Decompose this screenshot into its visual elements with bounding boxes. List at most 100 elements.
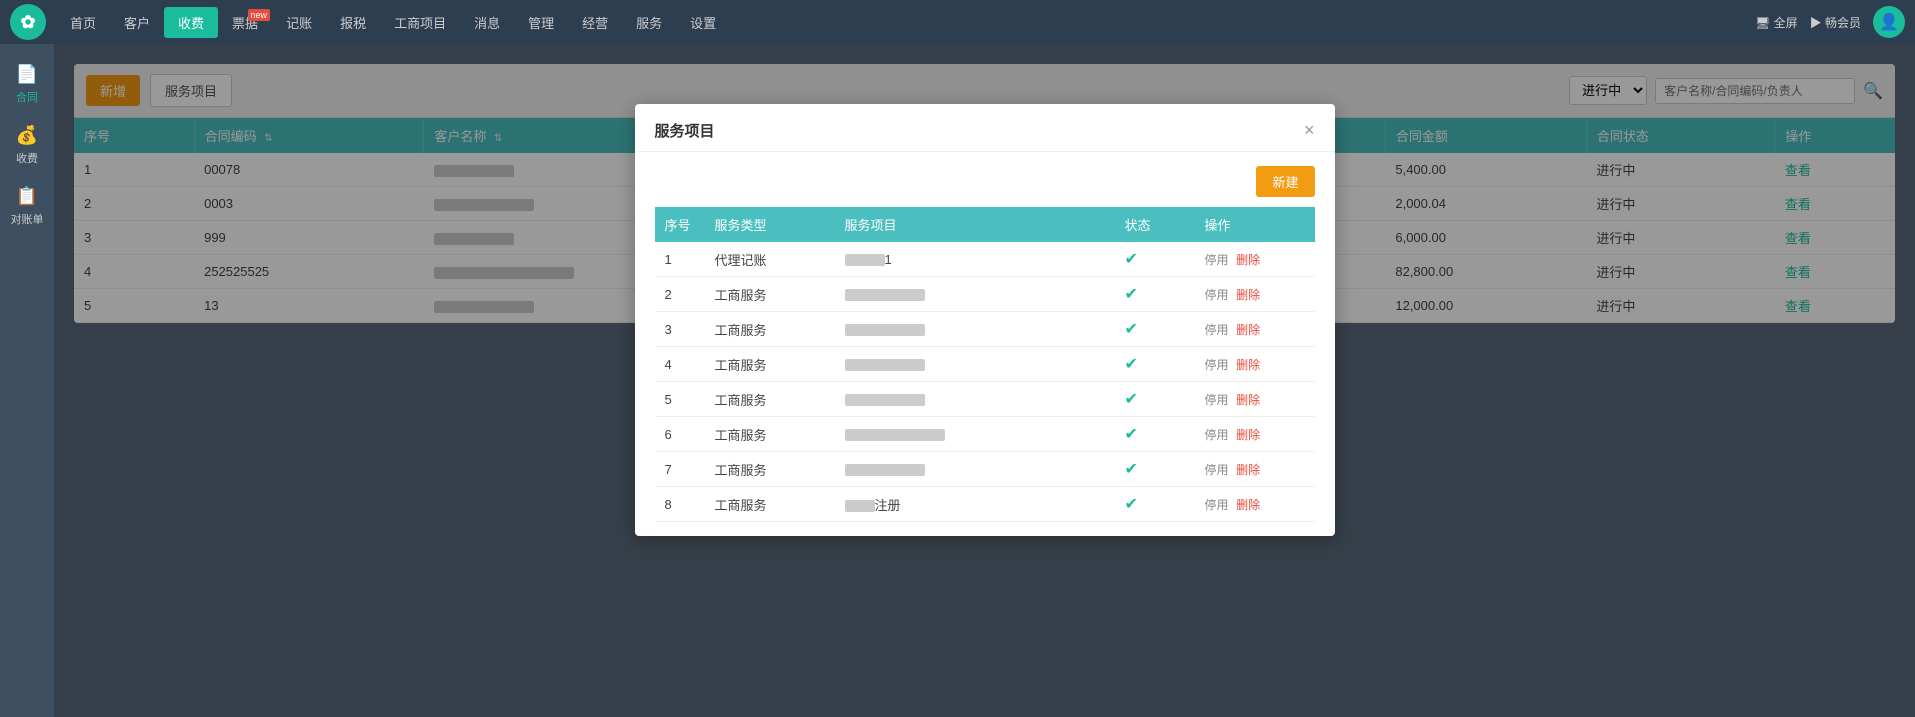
nav-service[interactable]: 服务 (622, 7, 676, 38)
modal-cell-action: 停用 删除 (1195, 487, 1315, 522)
modal-cell-status: ✔ (1115, 242, 1195, 277)
modal-close-button[interactable]: × (1304, 120, 1315, 141)
sidebar-item-reconciliation[interactable]: 📋 对账单 (0, 176, 54, 237)
disable-button[interactable]: 停用 (1205, 461, 1229, 478)
reconciliation-icon: 📋 (16, 186, 38, 207)
modal-cell-item (835, 382, 1115, 417)
disable-button[interactable]: 停用 (1205, 496, 1229, 513)
modal-title: 服务项目 (655, 120, 715, 141)
modal-cell-status: ✔ (1115, 487, 1195, 522)
modal-toolbar: 新建 (655, 166, 1315, 197)
disable-button[interactable]: 停用 (1205, 286, 1229, 303)
nav-home[interactable]: 首页 (56, 7, 110, 38)
modal-cell-seq: 1 (655, 242, 705, 277)
modal-col-type: 服务类型 (705, 207, 835, 242)
modal-cell-seq: 2 (655, 277, 705, 312)
modal-cell-action: 停用 删除 (1195, 347, 1315, 382)
main-content: 新增 服务项目 进行中 全部 已结束 🔍 序号 合同编码 ⇅ 客户名称 ⇅ 服务… (54, 44, 1915, 717)
top-navigation: ✿ 首页 客户 收费 票据 new 记账 报税 工商项目 消息 管理 经营 服务… (0, 0, 1915, 44)
disable-button[interactable]: 停用 (1205, 391, 1229, 408)
modal-cell-seq: 7 (655, 452, 705, 487)
modal-cell-seq: 5 (655, 382, 705, 417)
modal-cell-status: ✔ (1115, 347, 1195, 382)
disable-button[interactable]: 停用 (1205, 251, 1229, 268)
modal-cell-item: 注册 (835, 487, 1115, 522)
modal-cell-action: 停用 删除 (1195, 417, 1315, 452)
modal-cell-item (835, 417, 1115, 452)
fee-icon: 💰 (16, 125, 38, 146)
delete-button[interactable]: 删除 (1236, 356, 1260, 373)
modal-cell-type: 工商服务 (705, 382, 835, 417)
sidebar-item-label-fee: 收费 (16, 150, 38, 166)
modal-col-seq: 序号 (655, 207, 705, 242)
nav-invoice[interactable]: 票据 new (218, 7, 272, 38)
modal-cell-status: ✔ (1115, 277, 1195, 312)
modal-cell-action: 停用 删除 (1195, 452, 1315, 487)
modal-new-button[interactable]: 新建 (1256, 166, 1314, 197)
nav-customer[interactable]: 客户 (110, 7, 164, 38)
modal-cell-action: 停用 删除 (1195, 277, 1315, 312)
sidebar-item-label-reconciliation: 对账单 (11, 211, 44, 227)
nav-tax[interactable]: 报税 (326, 7, 380, 38)
delete-button[interactable]: 删除 (1236, 426, 1260, 443)
nav-operation[interactable]: 经营 (568, 7, 622, 38)
modal-cell-item: 1 (835, 242, 1115, 277)
sidebar-item-label-contract: 合同 (16, 89, 38, 105)
modal-table-container[interactable]: 序号 服务类型 服务项目 状态 操作 1 代理记账 1 (655, 207, 1315, 522)
modal-col-status: 状态 (1115, 207, 1195, 242)
nav-right-area: 🖥 全屏 ▶ 畅会员 👤 (1755, 6, 1905, 38)
modal-cell-seq: 8 (655, 487, 705, 522)
modal-cell-seq: 6 (655, 417, 705, 452)
modal-table-row: 3 工商服务 ✔ 停用 删除 (655, 312, 1315, 347)
modal-table-row: 2 工商服务 ✔ 停用 删除 (655, 277, 1315, 312)
modal-cell-type: 工商服务 (705, 487, 835, 522)
modal-cell-status: ✔ (1115, 382, 1195, 417)
modal-header: 服务项目 × (635, 104, 1335, 152)
modal-cell-status: ✔ (1115, 452, 1195, 487)
delete-button[interactable]: 删除 (1236, 391, 1260, 408)
disable-button[interactable]: 停用 (1205, 426, 1229, 443)
delete-button[interactable]: 删除 (1236, 286, 1260, 303)
nav-fee[interactable]: 收费 (164, 7, 218, 38)
modal-cell-type: 代理记账 (705, 242, 835, 277)
modal-cell-type: 工商服务 (705, 277, 835, 312)
modal-col-item: 服务项目 (835, 207, 1115, 242)
nav-industrial[interactable]: 工商项目 (380, 7, 460, 38)
delete-button[interactable]: 删除 (1236, 321, 1260, 338)
nav-manage[interactable]: 管理 (514, 7, 568, 38)
modal-cell-type: 工商服务 (705, 347, 835, 382)
app-logo: ✿ (10, 4, 46, 40)
logo-icon: ✿ (20, 12, 35, 33)
delete-button[interactable]: 删除 (1236, 251, 1260, 268)
modal-table-row: 8 工商服务 注册 ✔ 停用 删除 (655, 487, 1315, 522)
user-avatar[interactable]: 👤 (1873, 6, 1905, 38)
modal-cell-action: 停用 删除 (1195, 242, 1315, 277)
modal-cell-status: ✔ (1115, 312, 1195, 347)
modal-table-row: 4 工商服务 ✔ 停用 删除 (655, 347, 1315, 382)
delete-button[interactable]: 删除 (1236, 496, 1260, 513)
left-sidebar: 📄 合同 💰 收费 📋 对账单 (0, 44, 54, 717)
sidebar-item-contract[interactable]: 📄 合同 (0, 54, 54, 115)
delete-button[interactable]: 删除 (1236, 461, 1260, 478)
disable-button[interactable]: 停用 (1205, 356, 1229, 373)
new-badge: new (248, 9, 271, 21)
disable-button[interactable]: 停用 (1205, 321, 1229, 338)
fullscreen-button[interactable]: 🖥 全屏 (1755, 14, 1798, 31)
modal-cell-type: 工商服务 (705, 417, 835, 452)
modal-cell-item (835, 347, 1115, 382)
nav-message[interactable]: 消息 (460, 7, 514, 38)
modal-cell-seq: 3 (655, 312, 705, 347)
modal-cell-type: 工商服务 (705, 312, 835, 347)
modal-table-row: 7 工商服务 ✔ 停用 删除 (655, 452, 1315, 487)
nav-bookkeeping[interactable]: 记账 (272, 7, 326, 38)
sidebar-item-fee[interactable]: 💰 收费 (0, 115, 54, 176)
contract-icon: 📄 (16, 64, 38, 85)
modal-cell-action: 停用 删除 (1195, 382, 1315, 417)
modal-cell-type: 工商服务 (705, 452, 835, 487)
member-button[interactable]: ▶ 畅会员 (1810, 14, 1861, 31)
service-table: 序号 服务类型 服务项目 状态 操作 1 代理记账 1 (655, 207, 1315, 522)
modal-cell-item (835, 452, 1115, 487)
modal-table-row: 5 工商服务 ✔ 停用 删除 (655, 382, 1315, 417)
nav-settings[interactable]: 设置 (676, 7, 730, 38)
modal-cell-action: 停用 删除 (1195, 312, 1315, 347)
